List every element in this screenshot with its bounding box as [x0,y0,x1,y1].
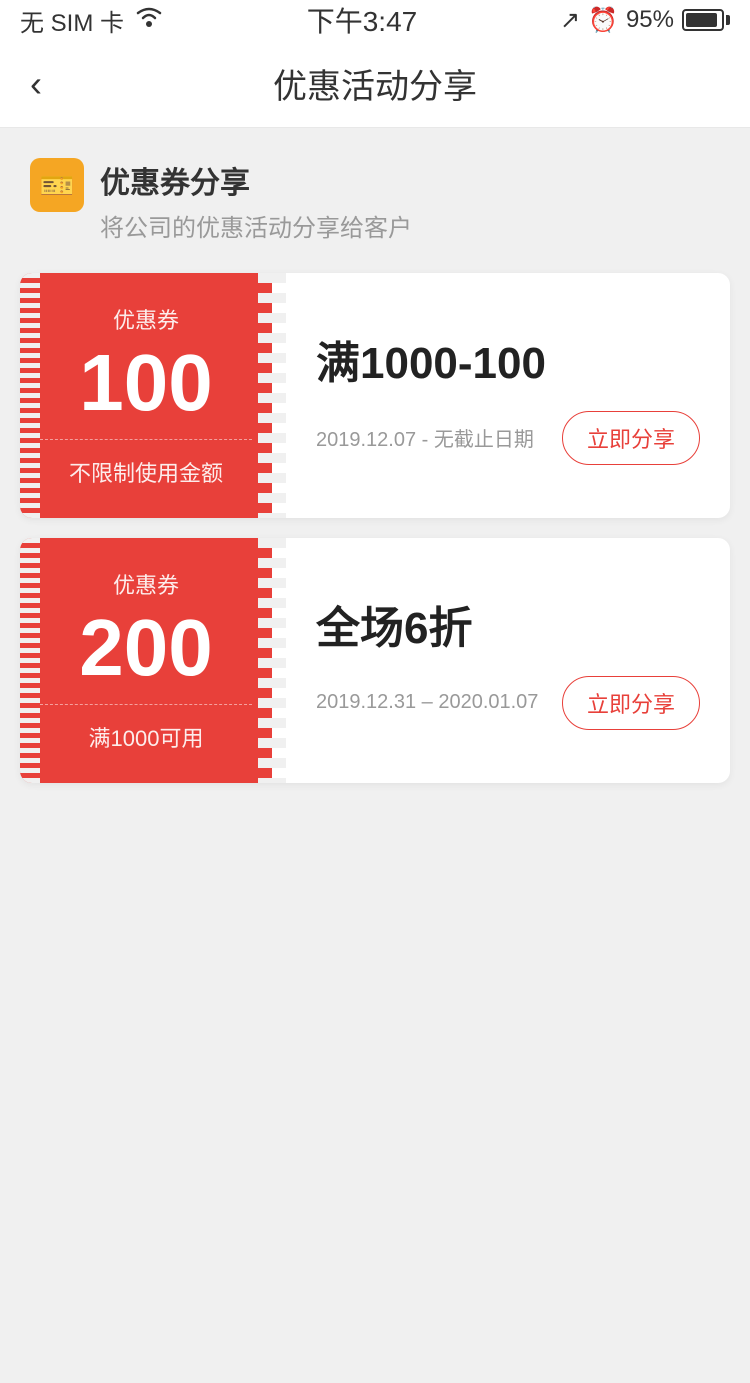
wifi-icon [134,5,164,36]
alarm-icon: ⏰ [588,6,618,35]
coupon-condition: 不限制使用金额 [69,456,223,488]
status-left: 无 SIM 卡 [20,3,164,38]
coupon-divider [40,704,252,705]
status-time: 下午3:47 [307,0,418,40]
coupon-label: 优惠券 [113,568,179,600]
coupon-meta: 2019.12.07 - 无截止日期 立即分享 [316,411,700,465]
coupon-meta: 2019.12.31 – 2020.01.07 立即分享 [316,676,700,730]
coupon-divider [40,439,252,440]
coupon-name: 全场6折 [316,592,700,656]
section-subtitle: 将公司的优惠活动分享给客户 [100,208,412,243]
nav-bar: ‹ 优惠活动分享 [0,40,750,128]
coupon-card: 优惠券 200 满1000可用 全场6折 2019.12.31 – 2020.0… [20,538,730,783]
battery-percent: 95% [626,6,674,34]
coupon-list: 优惠券 100 不限制使用金额 满1000-100 2019.12.07 - 无… [0,263,750,783]
location-icon: ↗ [560,6,580,35]
section-text-block: 优惠券分享 将公司的优惠活动分享给客户 [100,158,412,243]
coupon-card: 优惠券 100 不限制使用金额 满1000-100 2019.12.07 - 无… [20,273,730,518]
section-header: 🎫 优惠券分享 将公司的优惠活动分享给客户 [0,128,750,263]
coupon-label: 优惠券 [113,303,179,335]
section-icon: 🎫 [30,158,84,212]
coupon-value: 100 [79,343,212,423]
status-right: ↗ ⏰ 95% [560,6,730,35]
coupon-name: 满1000-100 [316,327,700,391]
back-button[interactable]: ‹ [30,63,42,105]
share-button[interactable]: 立即分享 [562,676,700,730]
coupon-condition: 满1000可用 [89,721,204,753]
coupon-left: 优惠券 100 不限制使用金额 [20,273,272,518]
coupon-date: 2019.12.31 – 2020.01.07 [316,691,538,714]
coupon-right: 满1000-100 2019.12.07 - 无截止日期 立即分享 [272,273,730,518]
share-button[interactable]: 立即分享 [562,411,700,465]
section-title: 优惠券分享 [100,158,412,202]
status-bar: 无 SIM 卡 下午3:47 ↗ ⏰ 95% [0,0,750,40]
coupon-value: 200 [79,608,212,688]
coupon-right: 全场6折 2019.12.31 – 2020.01.07 立即分享 [272,538,730,783]
battery-icon [682,9,730,31]
page-title: 优惠活动分享 [273,59,477,108]
empty-space [0,783,750,1383]
coupon-left: 优惠券 200 满1000可用 [20,538,272,783]
carrier-text: 无 SIM 卡 [20,3,124,38]
coupon-date: 2019.12.07 - 无截止日期 [316,423,534,452]
